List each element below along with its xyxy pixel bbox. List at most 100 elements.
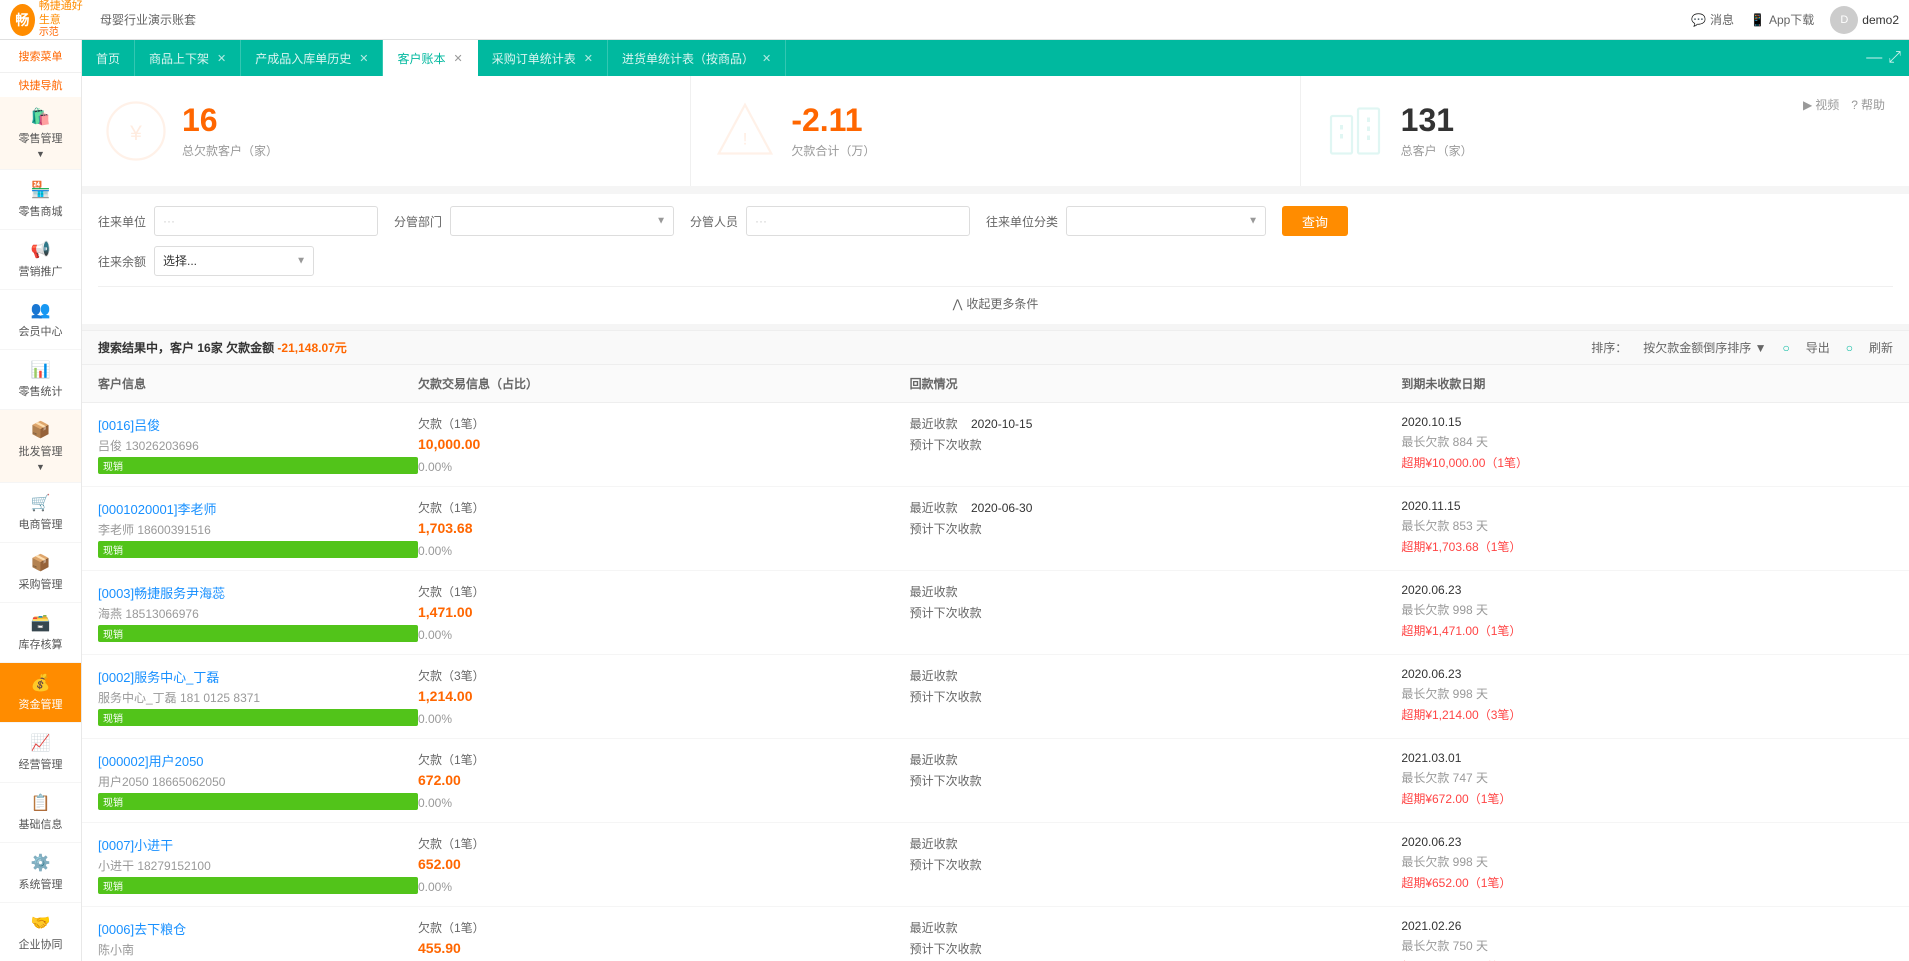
unit-category-select[interactable] xyxy=(1066,206,1266,236)
overdue-days-1: 最长欠款 853 天 xyxy=(1401,517,1893,534)
store-selector[interactable]: 母婴行业演示账套 xyxy=(100,11,196,28)
customer-phone-4: 用户2050 18665062050 xyxy=(98,773,418,790)
app-download-btn[interactable]: 📱 App下载 xyxy=(1750,11,1814,28)
customer-name-5[interactable]: [0007]小进干 xyxy=(98,835,418,854)
customer-name-2[interactable]: [0003]畅捷服务尹海蕊 xyxy=(98,583,418,602)
recovery-info-0: 最近收款 2020-10-15 预计下次收款 xyxy=(910,415,1402,453)
debt-amount-5[interactable]: 652.00 xyxy=(418,856,910,872)
sort-select[interactable]: 按欠款金额倒序排序 ▼ xyxy=(1643,339,1766,356)
sidebar-item-retail-mgmt[interactable]: 🛍️ 零售管理 ▼ xyxy=(0,97,81,170)
person-input[interactable]: ··· xyxy=(746,206,970,236)
customer-name-6[interactable]: [0006]去下粮仓 xyxy=(98,919,418,938)
overdue-link-4[interactable]: 超期¥672.00（1笔） xyxy=(1401,790,1893,807)
debt-amount-6[interactable]: 455.90 xyxy=(418,940,910,956)
svg-text:!: ! xyxy=(743,131,748,149)
sidebar-item-batch-mgmt[interactable]: 📦 批发管理 ▼ xyxy=(0,410,81,483)
tab-minimize-icon[interactable]: — xyxy=(1866,49,1882,67)
customer-name-1[interactable]: [0001020001]李老师 xyxy=(98,499,418,518)
overdue-date-4: 2021.03.01 xyxy=(1401,751,1893,765)
debt-amount-0[interactable]: 10,000.00 xyxy=(418,436,910,452)
tab-purchase-stats[interactable]: 采购订单统计表 ✕ xyxy=(478,40,608,76)
filter-unit-category: 往来单位分类 ▼ xyxy=(986,206,1266,236)
batch-mgmt-icon: 📦 xyxy=(31,420,51,440)
sidebar-item-finance[interactable]: 💰 资金管理 xyxy=(0,663,81,723)
debt-info-3: 欠款（3笔） 1,214.00 0.00% xyxy=(418,667,910,726)
overdue-link-3[interactable]: 超期¥1,214.00（3笔） xyxy=(1401,706,1893,723)
customer-tag-3: 现销 xyxy=(98,709,418,726)
table-row: [0003]畅捷服务尹海蕊 海燕 18513066976 现销 欠款（1笔） 1… xyxy=(82,571,1909,655)
recovery-label-2: 最近收款 xyxy=(910,583,1402,600)
help-btn[interactable]: ? 帮助 xyxy=(1851,96,1885,113)
customer-name-3[interactable]: [0002]服务中心_丁磊 xyxy=(98,667,418,686)
sidebar-search[interactable]: 搜索菜单 xyxy=(0,40,81,73)
overdue-info-5: 2020.06.23 最长欠款 998 天 超期¥652.00（1笔） xyxy=(1401,835,1893,891)
overdue-info-6: 2021.02.26 最长欠款 750 天 超期¥455.90（1笔） xyxy=(1401,919,1893,961)
from-unit-input[interactable]: ··· xyxy=(154,206,378,236)
overdue-days-6: 最长欠款 750 天 xyxy=(1401,937,1893,954)
export-button[interactable]: 导出 xyxy=(1806,339,1830,356)
circle-icon2: ○ xyxy=(1846,341,1853,355)
debt-amount-1[interactable]: 1,703.68 xyxy=(418,520,910,536)
customer-name-0[interactable]: [0016]吕俊 xyxy=(98,415,418,434)
tab-close-products-off[interactable]: ✕ xyxy=(217,52,226,65)
tab-home[interactable]: 首页 xyxy=(82,40,135,76)
table-row: [0001020001]李老师 李老师 18600391516 现销 欠款（1笔… xyxy=(82,487,1909,571)
customer-name-4[interactable]: [000002]用户2050 xyxy=(98,751,418,770)
tab-production-history[interactable]: 产成品入库单历史 ✕ xyxy=(241,40,383,76)
video-btn[interactable]: ▶ 视频 xyxy=(1803,96,1839,113)
refresh-button[interactable]: 刷新 xyxy=(1869,339,1893,356)
card1-label: 总欠款客户（家） xyxy=(182,142,278,159)
overdue-link-0[interactable]: 超期¥10,000.00（1笔） xyxy=(1401,454,1893,471)
sidebar-item-enterprise[interactable]: 🤝 企业协同 xyxy=(0,903,81,961)
overdue-date-6: 2021.02.26 xyxy=(1401,919,1893,933)
overdue-link-1[interactable]: 超期¥1,703.68（1笔） xyxy=(1401,538,1893,555)
sidebar-item-retail-stats[interactable]: 📊 零售统计 xyxy=(0,350,81,410)
debt-amount-4[interactable]: 672.00 xyxy=(418,772,910,788)
tab-products-off[interactable]: 商品上下架 ✕ xyxy=(135,40,241,76)
overdue-link-2[interactable]: 超期¥1,471.00（1笔） xyxy=(1401,622,1893,639)
members-icon: 👥 xyxy=(31,300,51,320)
col-overdue-date: 到期未收款日期 xyxy=(1401,375,1893,392)
sidebar-item-retail-mall[interactable]: 🏪 零售商城 xyxy=(0,170,81,230)
customer-phone-5: 小进干 18279152100 xyxy=(98,857,418,874)
card3-info: 131 总客户（家） xyxy=(1401,104,1473,159)
sidebar-item-system[interactable]: ⚙️ 系统管理 xyxy=(0,843,81,903)
sidebar-item-marketing[interactable]: 📢 营销推广 xyxy=(0,230,81,290)
customer-info-6: [0006]去下粮仓 陈小南 现销 xyxy=(98,919,418,961)
sidebar-item-basics[interactable]: 📋 基础信息 xyxy=(0,783,81,843)
debt-amount-2[interactable]: 1,471.00 xyxy=(418,604,910,620)
tab-close-purchase[interactable]: ✕ xyxy=(584,52,593,65)
filter-collapse-btn[interactable]: ⋀ 收起更多条件 xyxy=(98,286,1893,312)
card3-label: 总客户（家） xyxy=(1401,142,1473,159)
tab-customer-account[interactable]: 客户账本 ✕ xyxy=(383,40,477,76)
sidebar-item-inventory[interactable]: 🗃️ 库存核算 xyxy=(0,603,81,663)
customer-tag-1: 现销 xyxy=(98,541,418,558)
recovery-label-1: 最近收款 2020-06-30 xyxy=(910,499,1402,516)
tab-close-production[interactable]: ✕ xyxy=(359,52,368,65)
tab-close-import[interactable]: ✕ xyxy=(762,52,771,65)
tab-maximize-icon[interactable]: ⤢ xyxy=(1888,49,1901,67)
dept-select[interactable] xyxy=(450,206,674,236)
debt-info-4: 欠款（1笔） 672.00 0.00% xyxy=(418,751,910,810)
overdue-link-5[interactable]: 超期¥652.00（1笔） xyxy=(1401,874,1893,891)
logo: 畅 畅捷通好生意 示范 xyxy=(10,0,90,38)
sidebar-quick-nav[interactable]: 快捷导航 xyxy=(0,73,81,97)
col-debt-info: 欠款交易信息（占比） xyxy=(418,375,910,392)
sidebar-item-purchase[interactable]: 📦 采购管理 xyxy=(0,543,81,603)
balance-select[interactable]: 选择... xyxy=(154,246,314,276)
debt-amount-3[interactable]: 1,214.00 xyxy=(418,688,910,704)
query-button[interactable]: 查询 xyxy=(1282,206,1348,236)
user-profile[interactable]: D demo2 xyxy=(1830,6,1899,34)
debt-pct-1: 0.00% xyxy=(418,544,910,558)
customer-phone-3: 服务中心_丁磊 181 0125 8371 xyxy=(98,689,418,706)
from-unit-label: 往来单位 xyxy=(98,213,146,230)
tab-close-customer[interactable]: ✕ xyxy=(454,52,463,65)
sidebar-item-members[interactable]: 👥 会员中心 xyxy=(0,290,81,350)
card1-icon: ¥ xyxy=(106,101,166,161)
card2-info: -2.11 欠款合计（万） xyxy=(791,104,875,159)
sidebar-item-operations[interactable]: 📈 经营管理 xyxy=(0,723,81,783)
tab-import-stats[interactable]: 进货单统计表（按商品） ✕ xyxy=(608,40,786,76)
sidebar-item-ecommerce[interactable]: 🛒 电商管理 xyxy=(0,483,81,543)
recovery-info-2: 最近收款 预计下次收款 xyxy=(910,583,1402,621)
message-btn[interactable]: 💬 消息 xyxy=(1691,11,1734,28)
